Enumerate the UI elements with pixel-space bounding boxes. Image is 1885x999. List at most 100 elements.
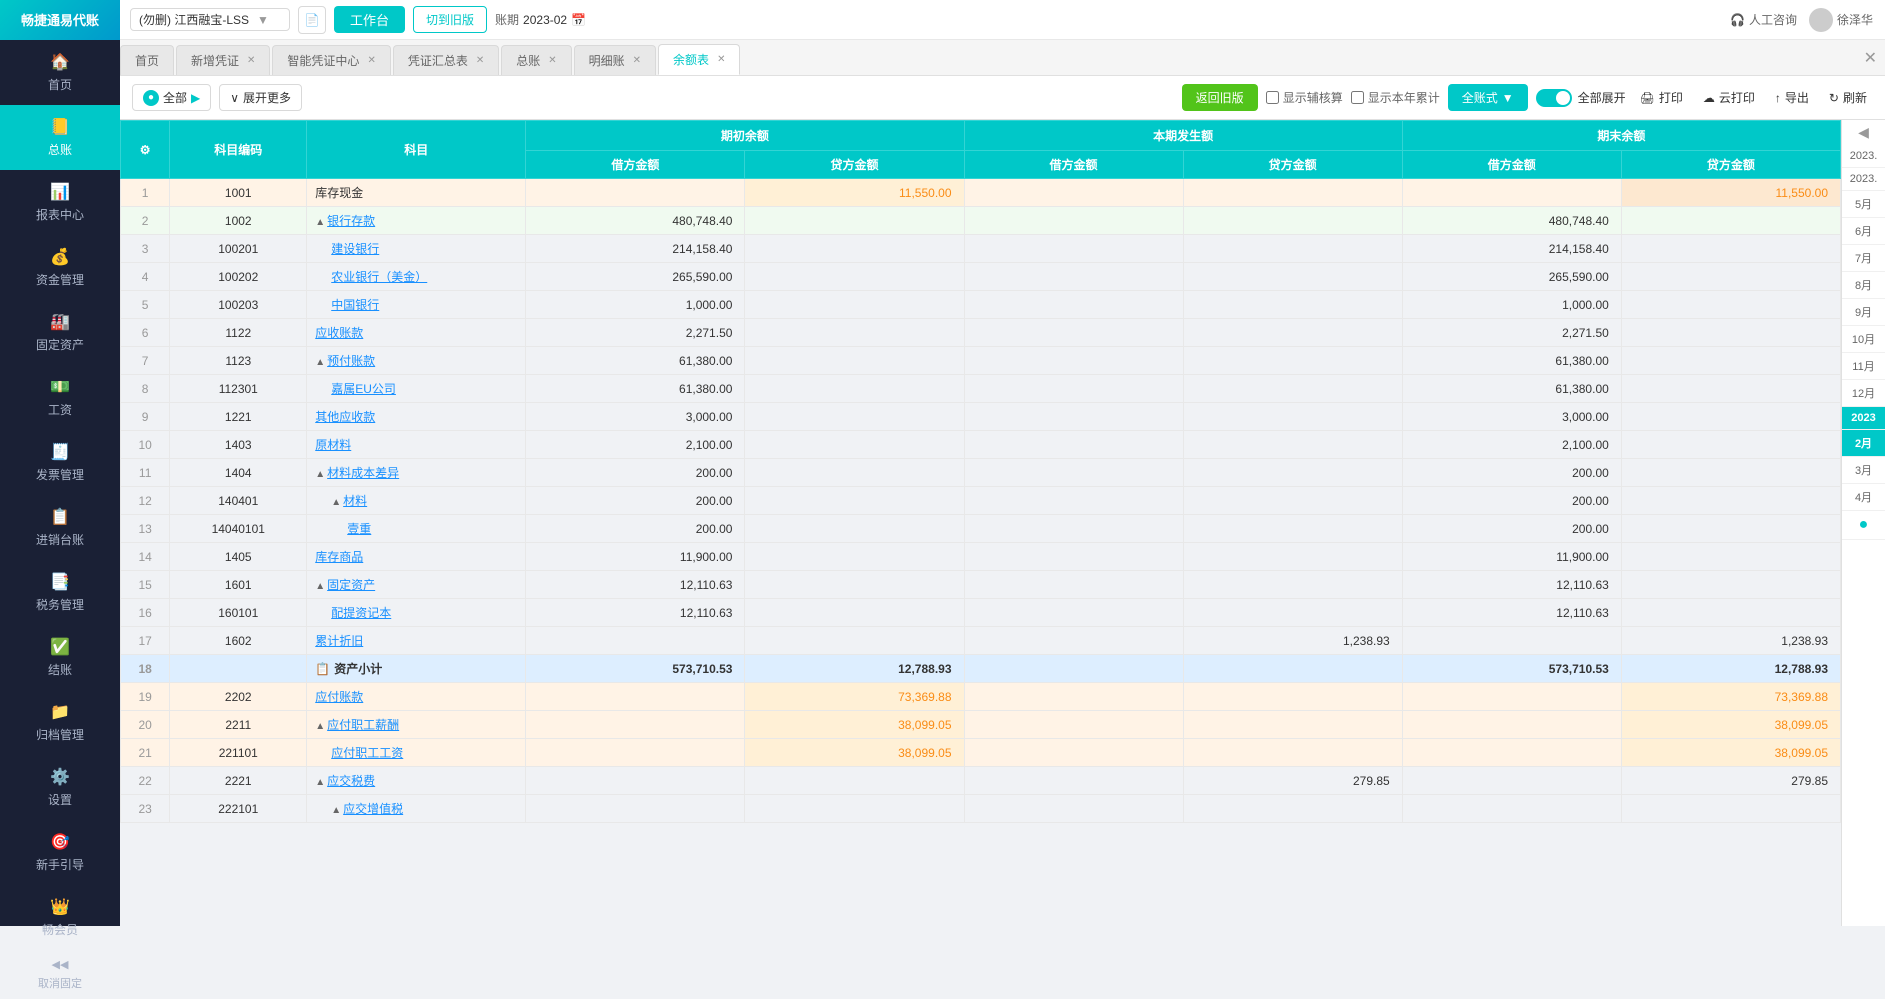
tab-detail-ledger[interactable]: 明细账 ✕: [574, 45, 656, 75]
name-cell[interactable]: ▲材料成本差异: [307, 459, 526, 487]
name-cell[interactable]: 嘉属EU公司: [307, 375, 526, 403]
show-aux-checkbox[interactable]: 显示辅核算: [1266, 89, 1343, 106]
tab-new-voucher[interactable]: 新增凭证 ✕: [176, 45, 270, 75]
name-cell[interactable]: 应收账款: [307, 319, 526, 347]
tab-voucher-summary-close[interactable]: ✕: [476, 55, 484, 66]
name-cell[interactable]: 其他应收款: [307, 403, 526, 431]
name-cell[interactable]: 原材料: [307, 431, 526, 459]
close-all-tabs[interactable]: ✕: [1856, 44, 1885, 72]
cloud-print-button[interactable]: ☁ 云打印: [1697, 85, 1761, 110]
name-cell[interactable]: 库存商品: [307, 543, 526, 571]
toggle-switch[interactable]: [1536, 89, 1572, 107]
print-label: 打印: [1659, 89, 1683, 106]
name-cell[interactable]: 建设银行: [307, 235, 526, 263]
cp-credit-cell: [1183, 207, 1402, 235]
month-2-active[interactable]: 2月: [1842, 430, 1885, 457]
cp-credit-cell: [1183, 263, 1402, 291]
month-6[interactable]: 6月: [1842, 218, 1885, 245]
table-row: 12140401▲材料200.00200.00: [121, 487, 1841, 515]
sidebar-item-salary[interactable]: 💵 工资: [0, 365, 120, 430]
ps-debit-cell: 12,110.63: [526, 571, 745, 599]
expand-down-icon: ∨: [230, 91, 239, 105]
show-ytd-checkbox[interactable]: 显示本年累计: [1351, 89, 1440, 106]
sidebar-item-ledger[interactable]: 📒 总账: [0, 105, 120, 170]
tab-home[interactable]: 首页: [120, 45, 174, 75]
export-button[interactable]: ↑ 导出: [1769, 85, 1815, 110]
pe-debit-cell: [1402, 711, 1621, 739]
unpin-button[interactable]: ◀◀ 取消固定: [0, 950, 120, 999]
name-cell[interactable]: ▲固定资产: [307, 571, 526, 599]
calendar-icon[interactable]: 📅: [571, 13, 586, 27]
month-3[interactable]: 3月: [1842, 457, 1885, 484]
user-item[interactable]: 徐泽华: [1809, 8, 1873, 32]
ps-credit-cell: 73,369.88: [745, 683, 964, 711]
name-cell[interactable]: ▲材料: [307, 487, 526, 515]
name-cell[interactable]: 应付账款: [307, 683, 526, 711]
show-aux-input[interactable]: [1266, 91, 1279, 104]
year-2023-label2[interactable]: 2023.: [1842, 168, 1885, 191]
sidebar-item-invoice[interactable]: 🧾 发票管理: [0, 430, 120, 495]
sidebar-item-report[interactable]: 📊 报表中心: [0, 170, 120, 235]
tab-general-ledger[interactable]: 总账 ✕: [501, 45, 571, 75]
tab-balance[interactable]: 余额表 ✕: [658, 44, 740, 75]
sidebar-item-member[interactable]: 👑 畅会员: [0, 885, 120, 950]
year-2023-active[interactable]: 2023: [1842, 407, 1885, 430]
sidebar-item-settlement[interactable]: ✅ 结账: [0, 625, 120, 690]
sidebar-item-settings[interactable]: ⚙️ 设置: [0, 755, 120, 820]
expand-button[interactable]: ∨ 展开更多: [219, 84, 302, 111]
name-cell[interactable]: 中国银行: [307, 291, 526, 319]
name-cell[interactable]: 农业银行（美金）: [307, 263, 526, 291]
month-9[interactable]: 9月: [1842, 299, 1885, 326]
name-cell[interactable]: 配提资记本: [307, 599, 526, 627]
month-5[interactable]: 5月: [1842, 191, 1885, 218]
workbench-button[interactable]: 工作台: [334, 6, 405, 33]
company-selector[interactable]: (勿删) 江西融宝-LSS ▼: [130, 8, 290, 31]
switch-version-button[interactable]: 切到旧版: [413, 6, 487, 33]
name-cell[interactable]: ▲应付职工薪酬: [307, 711, 526, 739]
name-cell[interactable]: ▲预付账款: [307, 347, 526, 375]
name-cell[interactable]: ▲银行存款: [307, 207, 526, 235]
right-panel-collapse[interactable]: ◀: [1854, 120, 1873, 145]
month-10[interactable]: 10月: [1842, 326, 1885, 353]
month-11[interactable]: 11月: [1842, 353, 1885, 380]
sidebar-label-archive: 归档管理: [36, 726, 84, 743]
name-cell[interactable]: ▲应交增值税: [307, 795, 526, 823]
document-icon[interactable]: 📄: [298, 6, 326, 34]
sidebar-item-guide[interactable]: 🎯 新手引导: [0, 820, 120, 885]
sidebar-item-home[interactable]: 🏠 首页: [0, 40, 120, 105]
tab-voucher-summary[interactable]: 凭证汇总表 ✕: [393, 45, 499, 75]
month-7[interactable]: 7月: [1842, 245, 1885, 272]
tab-detail-ledger-close[interactable]: ✕: [633, 55, 641, 66]
sidebar-item-tax[interactable]: 📑 税务管理: [0, 560, 120, 625]
tab-general-ledger-close[interactable]: ✕: [548, 55, 556, 66]
sidebar-item-purchase[interactable]: 📋 进销台账: [0, 495, 120, 560]
name-cell[interactable]: 壹重: [307, 515, 526, 543]
month-8[interactable]: 8月: [1842, 272, 1885, 299]
full-mode-button[interactable]: 全账式 ▼: [1448, 84, 1528, 111]
tab-new-voucher-close[interactable]: ✕: [247, 55, 255, 66]
sidebar-item-fund[interactable]: 💰 资金管理: [0, 235, 120, 300]
tab-smart-voucher[interactable]: 智能凭证中心 ✕: [272, 45, 390, 75]
consult-item[interactable]: 🎧 人工咨询: [1730, 11, 1797, 28]
expand-all-toggle[interactable]: 全部展开: [1536, 89, 1626, 107]
print-button[interactable]: 🖨 打印: [1634, 85, 1689, 110]
name-cell[interactable]: 累计折旧: [307, 627, 526, 655]
refresh-button[interactable]: ↻ 刷新: [1823, 85, 1873, 110]
tab-smart-voucher-close[interactable]: ✕: [367, 55, 375, 66]
sidebar-item-archive[interactable]: 📁 归档管理: [0, 690, 120, 755]
month-12[interactable]: 12月: [1842, 380, 1885, 407]
return-old-version-button[interactable]: 返回旧版: [1182, 84, 1258, 111]
name-cell[interactable]: 应付职工工资: [307, 739, 526, 767]
show-ytd-input[interactable]: [1351, 91, 1364, 104]
tab-balance-close[interactable]: ✕: [717, 54, 725, 65]
sidebar-label-tax: 税务管理: [36, 596, 84, 613]
filter-button[interactable]: ● 全部 ▶: [132, 84, 211, 111]
year-2023-label[interactable]: 2023.: [1842, 145, 1885, 168]
table-row: 21221101应付职工工资38,099.0538,099.05: [121, 739, 1841, 767]
settings-gear-icon[interactable]: ⚙: [140, 143, 151, 157]
month-4[interactable]: 4月: [1842, 484, 1885, 511]
sidebar-item-fixed[interactable]: 🏭 固定资产: [0, 300, 120, 365]
ps-debit-cell: 265,590.00: [526, 263, 745, 291]
pe-credit-cell: [1621, 515, 1840, 543]
name-cell[interactable]: ▲应交税费: [307, 767, 526, 795]
